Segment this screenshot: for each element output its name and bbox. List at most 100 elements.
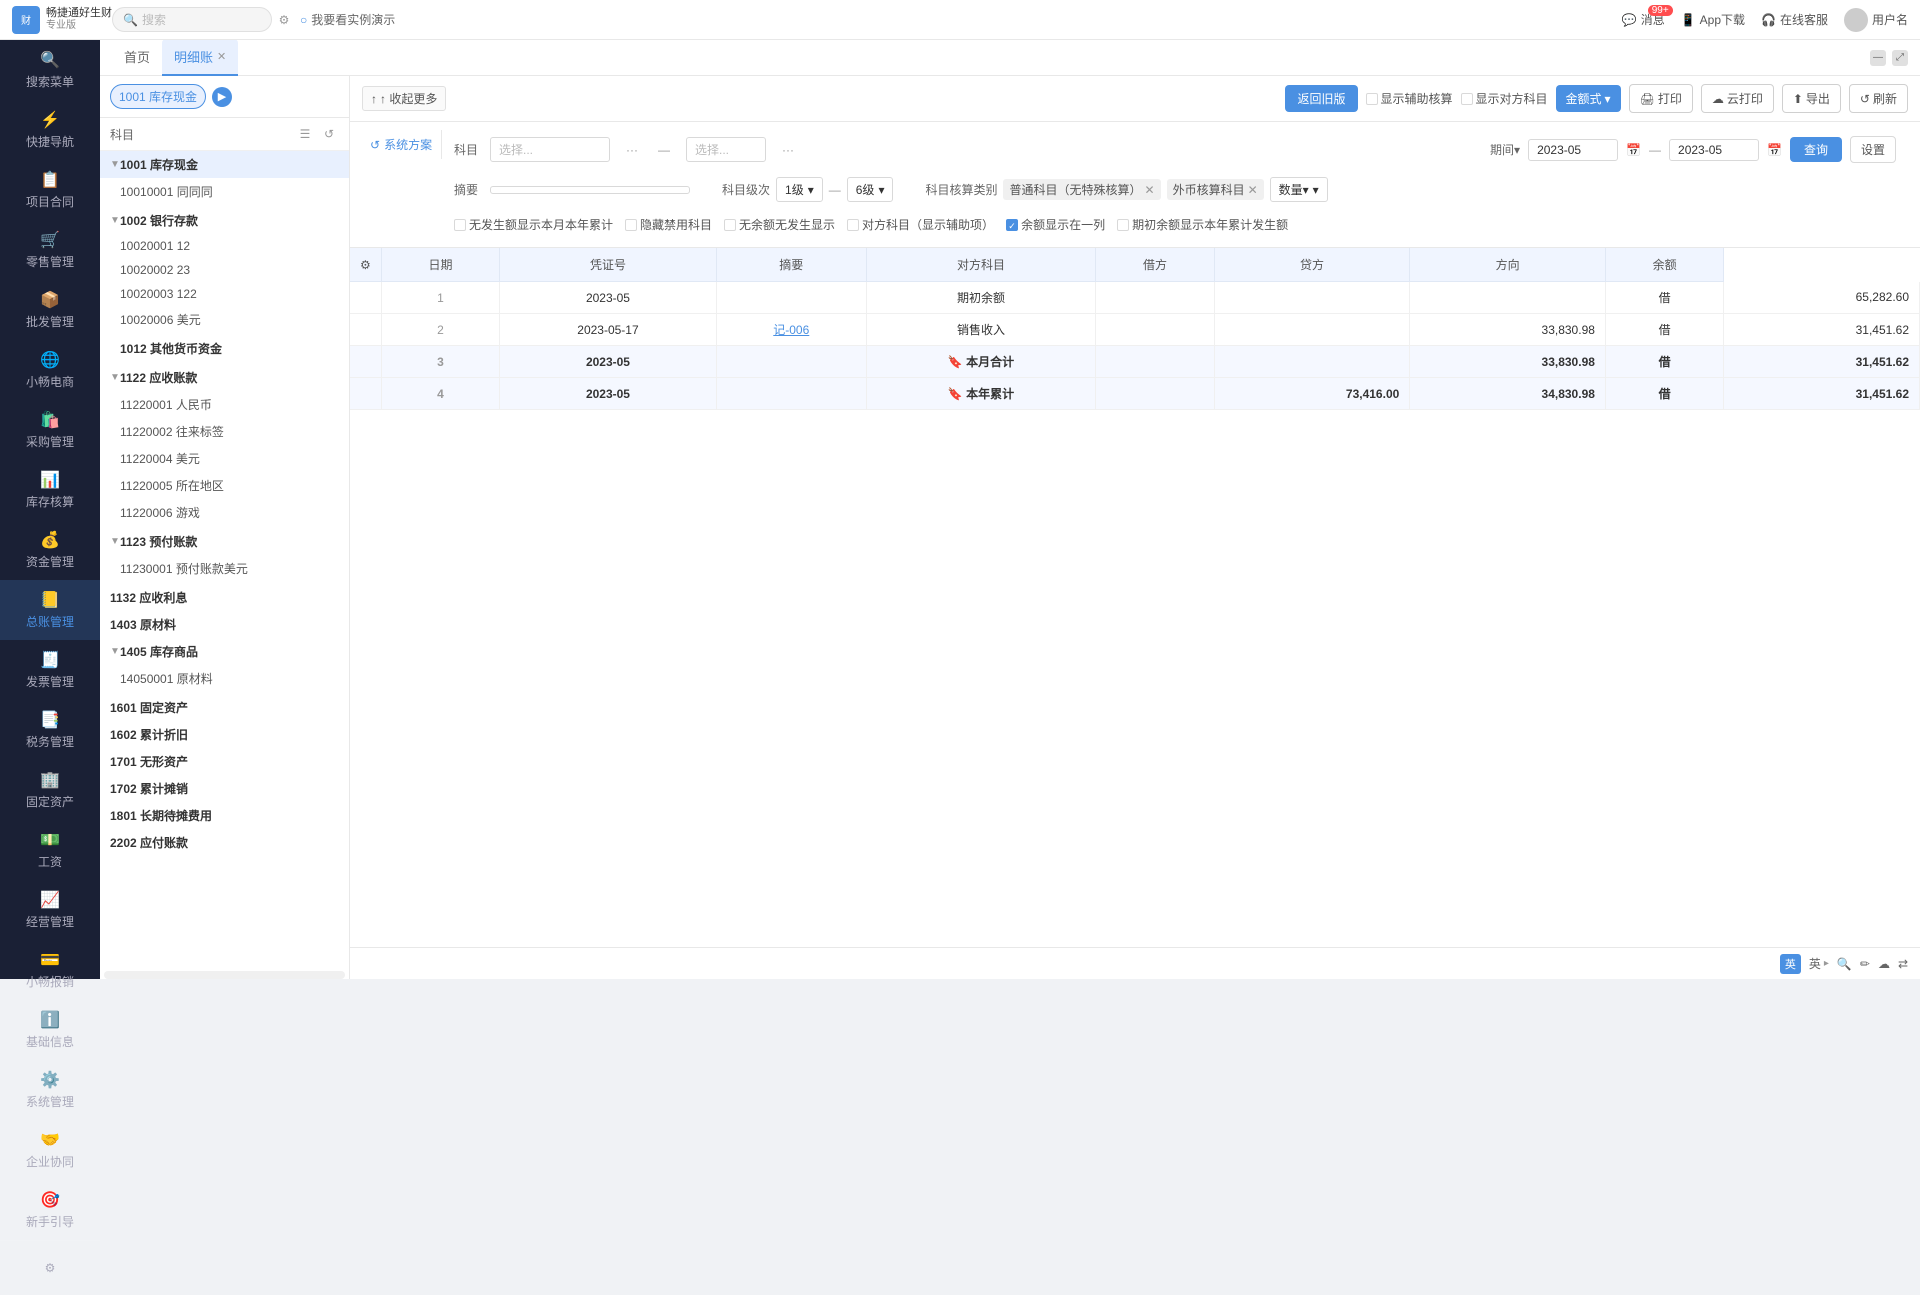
tree-item-11220001[interactable]: 11220001 人民币 [100, 391, 349, 418]
sidebar-item-coop[interactable]: 🤝 企业协同 [0, 1120, 100, 1180]
tree-item-2202[interactable]: 2202 应付账款 [100, 829, 349, 856]
back-old-version-button[interactable]: 返回旧版 [1285, 85, 1357, 112]
account-next-button[interactable]: ▶ [212, 87, 232, 107]
tree-item-1122[interactable]: ▼ 1122 应收账款 [100, 364, 349, 391]
sidebar-item-guide[interactable]: 🎯 新手引导 [0, 1180, 100, 1240]
cloud-print-button[interactable]: ☁ 云打印 [1701, 84, 1774, 113]
show-opposite-checkbox[interactable]: 显示对方科目 [1461, 90, 1548, 107]
tree-list-icon[interactable]: ☰ [295, 124, 315, 144]
cb-show-initial-cumulative[interactable]: 期初余额显示本年累计发生额 [1117, 216, 1288, 233]
sidebar-item-sales[interactable]: 💳 小畅报销 [0, 940, 100, 1000]
cb-show-opposite[interactable]: 对方科目（显示辅助项） [847, 216, 994, 233]
cb-balance-one-col[interactable]: 余额显示在一列 [1006, 216, 1105, 233]
app-download-button[interactable]: 📱 App下载 [1681, 11, 1745, 28]
expand-more-button[interactable]: ↑ ↑ 收起更多 [362, 86, 446, 111]
tree-item-1123[interactable]: ▼ 1123 预付账款 [100, 528, 349, 555]
translate-button[interactable]: 英 [1780, 954, 1801, 974]
sidebar-item-project[interactable]: 📋 项目合同 [0, 160, 100, 220]
sidebar-item-quick-nav[interactable]: ⚡ 快捷导航 [0, 100, 100, 160]
tree-refresh-icon[interactable]: ↺ [319, 124, 339, 144]
type-qty-select[interactable]: 数量▾ ▾ [1270, 177, 1328, 202]
tree-item-1702[interactable]: 1702 累计摊销 [100, 775, 349, 802]
horizontal-scrollbar[interactable] [104, 971, 345, 979]
type-foreign-close-icon[interactable]: ✕ [1248, 183, 1258, 197]
tree-item-1801[interactable]: 1801 长期待摊费用 [100, 802, 349, 829]
period-start-input[interactable]: 2023-05 [1528, 139, 1618, 161]
cb-no-balance[interactable]: 无发生额显示本月本年累计 [454, 216, 613, 233]
tree-item-14050001[interactable]: 14050001 原材料 [100, 665, 349, 692]
tree-item-10020006[interactable]: 10020006 美元 [100, 306, 349, 333]
sidebar-settings-button[interactable]: ⚙ [0, 1251, 100, 1285]
tree-item-11220006[interactable]: 11220006 游戏 [100, 499, 349, 526]
period-end-calendar-icon[interactable]: 📅 [1767, 143, 1782, 157]
tree-item-11220002[interactable]: 11220002 往来标签 [100, 418, 349, 445]
user-avatar[interactable]: 用户名 [1844, 8, 1908, 32]
tree-item-10020003[interactable]: 10020003 122 [100, 282, 349, 306]
sidebar-item-search[interactable]: 🔍 搜索菜单 [0, 40, 100, 100]
amount-format-button[interactable]: 金额式 ▾ [1556, 85, 1621, 112]
tree-item-11220004[interactable]: 11220004 美元 [100, 445, 349, 472]
account-selector[interactable]: 1001 库存现金 [110, 84, 206, 109]
sidebar-item-wholesale[interactable]: 📦 批发管理 [0, 280, 100, 340]
sidebar-item-accounting[interactable]: 📒 总账管理 [0, 580, 100, 640]
export-button[interactable]: ⬆ 导出 [1782, 84, 1841, 113]
tree-item-10020001[interactable]: 10020001 12 [100, 234, 349, 258]
tree-item-1602[interactable]: 1602 累计折旧 [100, 721, 349, 748]
tree-item-1012[interactable]: 1012 其他货币资金 [100, 335, 349, 362]
sidebar-item-purchase[interactable]: 🛍️ 采购管理 [0, 400, 100, 460]
lang-button[interactable]: 英 ▸ [1809, 955, 1829, 972]
message-button[interactable]: 💬 消息 99+ [1622, 11, 1665, 28]
settings-icon[interactable]: ⚙ [276, 12, 292, 28]
level-end-select[interactable]: 6级 ▾ [847, 177, 894, 202]
tree-item-1002[interactable]: ▼ 1002 银行存款 [100, 207, 349, 234]
scheme-button[interactable]: ↺ 系统方案 [370, 136, 433, 153]
tab-close-icon[interactable]: ✕ [217, 50, 226, 63]
subject-input[interactable]: 选择... [490, 137, 610, 162]
row-settings-4[interactable] [350, 378, 381, 410]
tree-item-11230001[interactable]: 11230001 预付账款美元 [100, 555, 349, 582]
level-start-select[interactable]: 1级 ▾ [776, 177, 823, 202]
row-settings-1[interactable] [350, 282, 381, 314]
sidebar-item-basic[interactable]: ℹ️ 基础信息 [0, 1000, 100, 1060]
sidebar-item-system[interactable]: ⚙️ 系统管理 [0, 1060, 100, 1120]
tree-item-11220005[interactable]: 11220005 所在地区 [100, 472, 349, 499]
print-button[interactable]: 🖨 打印 [1629, 84, 1693, 113]
tree-item-1132[interactable]: 1132 应收利息 [100, 584, 349, 611]
th-settings[interactable]: ⚙ [350, 248, 381, 282]
sidebar-item-finance[interactable]: 💰 资金管理 [0, 520, 100, 580]
sidebar-item-salary[interactable]: 💵 工资 [0, 820, 100, 880]
refresh-button[interactable]: ↺ 刷新 [1849, 84, 1908, 113]
sidebar-item-invoice[interactable]: 🧾 发票管理 [0, 640, 100, 700]
sync-button[interactable]: ⇄ [1898, 957, 1908, 971]
tab-detail[interactable]: 明细账 ✕ [162, 40, 238, 76]
sidebar-item-ops[interactable]: 📈 经营管理 [0, 880, 100, 940]
row-settings-3[interactable] [350, 346, 381, 378]
window-maximize[interactable]: ⤢ [1892, 50, 1908, 66]
tab-home[interactable]: 首页 [112, 40, 162, 76]
online-service-button[interactable]: 🎧 在线客服 [1761, 11, 1828, 28]
edit-icon-button[interactable]: ✏ [1860, 957, 1870, 971]
show-aux-checkbox[interactable]: 显示辅助核算 [1366, 90, 1453, 107]
voucher-link-2[interactable]: 记-006 [773, 323, 809, 337]
cb-no-balance-display[interactable]: 无余额无发生显示 [724, 216, 835, 233]
sidebar-item-ecommerce[interactable]: 🌐 小畅电商 [0, 340, 100, 400]
tree-item-10010001[interactable]: 10010001 同同同 [100, 178, 349, 205]
sidebar-item-assets[interactable]: 🏢 固定资产 [0, 760, 100, 820]
row-voucher-2[interactable]: 记-006 [716, 314, 866, 346]
sidebar-item-retail[interactable]: 🛒 零售管理 [0, 220, 100, 280]
subject-end-input[interactable]: 选择... [686, 137, 766, 162]
period-end-input[interactable]: 2023-05 [1669, 139, 1759, 161]
summary-input[interactable] [490, 186, 690, 194]
tree-item-1601[interactable]: 1601 固定资产 [100, 694, 349, 721]
tree-item-10020002[interactable]: 10020002 23 [100, 258, 349, 282]
tree-item-1701[interactable]: 1701 无形资产 [100, 748, 349, 775]
query-button[interactable]: 查询 [1790, 137, 1842, 162]
zoom-button[interactable]: 🔍 [1837, 957, 1852, 971]
search-box[interactable]: 🔍 搜索 [112, 7, 272, 32]
tree-item-1403[interactable]: 1403 原材料 [100, 611, 349, 638]
type-normal-close-icon[interactable]: ✕ [1145, 183, 1155, 197]
window-minimize[interactable]: — [1870, 50, 1886, 66]
filter-settings-button[interactable]: 设置 [1850, 136, 1896, 163]
tree-item-1405[interactable]: ▼ 1405 库存商品 [100, 638, 349, 665]
row-settings-2[interactable] [350, 314, 381, 346]
